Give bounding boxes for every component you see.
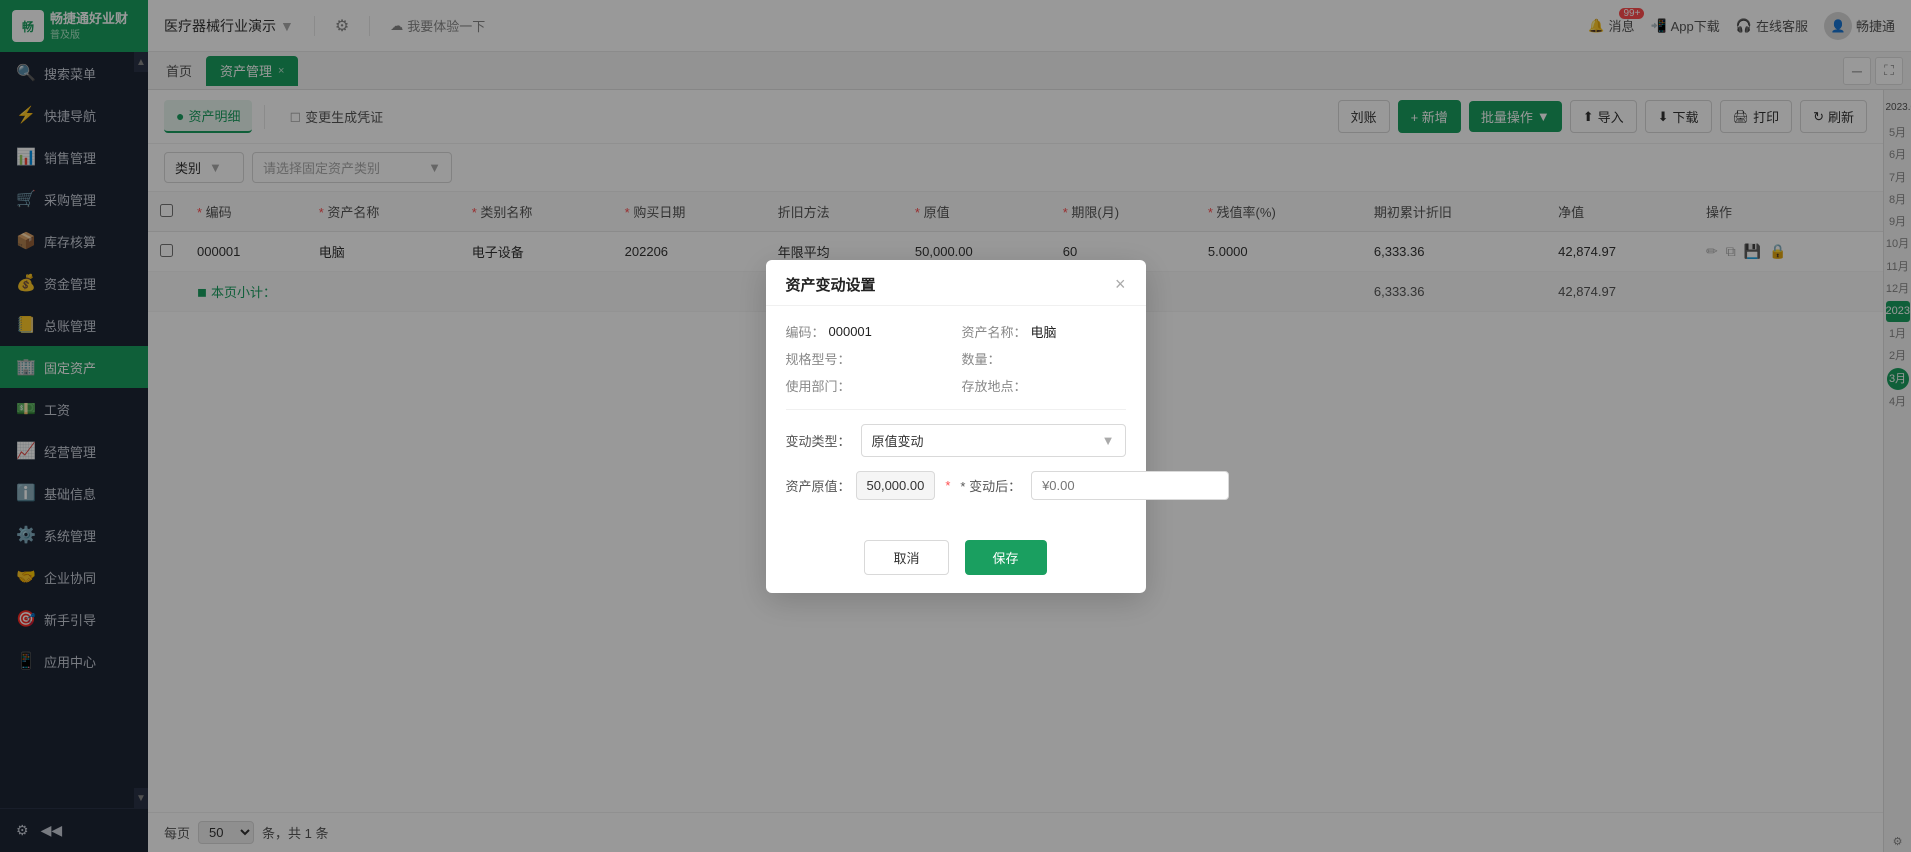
- after-label: * 变动后：: [960, 476, 1021, 495]
- change-type-value: 原值变动: [872, 431, 924, 450]
- after-input[interactable]: [1031, 471, 1229, 500]
- modal-overlay[interactable]: 资产变动设置 × 编码： 000001 资产名称： 电脑 规格型号： 数量：: [0, 0, 1911, 852]
- change-type-label: 变动类型：: [786, 431, 851, 450]
- modal-quantity: 数量：: [962, 349, 1126, 368]
- asset-change-modal: 资产变动设置 × 编码： 000001 资产名称： 电脑 规格型号： 数量：: [766, 260, 1146, 593]
- modal-name: 资产名称： 电脑: [962, 322, 1126, 341]
- modal-location: 存放地点：: [962, 376, 1126, 395]
- change-type-row: 变动类型： 原值变动 ▼: [786, 424, 1126, 457]
- modal-code: 编码： 000001: [786, 322, 950, 341]
- original-value-label: 资产原值：: [786, 476, 846, 495]
- original-value-input: 50,000.00: [856, 471, 936, 500]
- modal-header: 资产变动设置 ×: [766, 260, 1146, 306]
- modal-close-btn[interactable]: ×: [1115, 275, 1126, 293]
- modal-info-grid: 编码： 000001 资产名称： 电脑 规格型号： 数量： 使用部门：: [786, 322, 1126, 410]
- modal-body: 编码： 000001 资产名称： 电脑 规格型号： 数量： 使用部门：: [766, 306, 1146, 530]
- modal-dept: 使用部门：: [786, 376, 950, 395]
- save-button[interactable]: 保存: [965, 540, 1047, 575]
- chevron-down-icon: ▼: [1102, 433, 1115, 448]
- modal-spec: 规格型号：: [786, 349, 950, 368]
- modal-footer: 取消 保存: [766, 530, 1146, 593]
- value-row: 资产原值： 50,000.00 * * 变动后：: [786, 471, 1126, 500]
- required-star: *: [945, 478, 950, 493]
- cancel-button[interactable]: 取消: [864, 540, 948, 575]
- change-type-select[interactable]: 原值变动 ▼: [861, 424, 1126, 457]
- modal-title: 资产变动设置: [786, 274, 876, 295]
